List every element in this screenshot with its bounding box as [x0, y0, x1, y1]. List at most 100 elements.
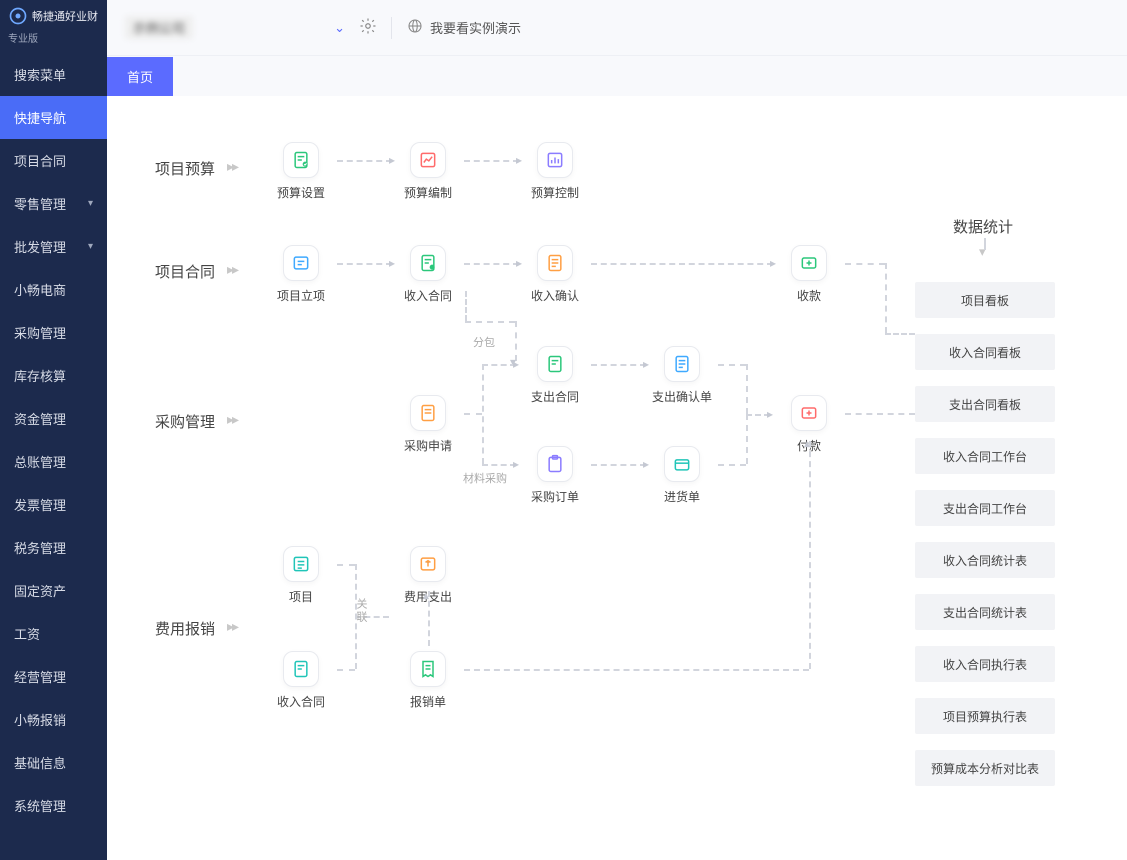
sidebar-item-15[interactable]: 小畅报销	[0, 698, 107, 741]
sidebar-item-1[interactable]: 快捷导航	[0, 96, 107, 139]
stat-button-9[interactable]: 预算成本分析对比表	[915, 750, 1055, 786]
connector	[337, 669, 355, 671]
money-icon	[410, 546, 446, 582]
sidebar-item-16[interactable]: 基础信息	[0, 741, 107, 784]
stat-button-1[interactable]: 收入合同看板	[915, 334, 1055, 370]
node-budget-edit[interactable]: 预算编制	[392, 142, 464, 201]
node-project[interactable]: 项目	[265, 546, 337, 605]
stat-button-8[interactable]: 项目预算执行表	[915, 698, 1055, 734]
stat-button-3[interactable]: 收入合同工作台	[915, 438, 1055, 474]
flow-canvas: 项目预算 ▸▸ 预算设置 ▸ 预算编制 ▸ 预算控制	[107, 96, 1127, 860]
stat-button-6[interactable]: 支出合同统计表	[915, 594, 1055, 630]
sidebar-item-9[interactable]: 总账管理	[0, 440, 107, 483]
node-goods-in[interactable]: 进货单	[646, 446, 718, 505]
stat-button-2[interactable]: 支出合同看板	[915, 386, 1055, 422]
chevron-down-icon: ▾	[88, 241, 93, 252]
sidebar-item-12[interactable]: 固定资产	[0, 569, 107, 612]
node-expense-confirm[interactable]: 支出确认单	[646, 346, 718, 405]
sidebar-menu: 搜索菜单快捷导航项目合同零售管理▾批发管理▾小畅电商采购管理库存核算资金管理总账…	[0, 53, 107, 860]
sidebar-item-label: 固定资产	[14, 581, 66, 600]
sidebar-item-11[interactable]: 税务管理	[0, 526, 107, 569]
clipboard-icon	[537, 446, 573, 482]
node-income-contract[interactable]: 收入合同	[392, 245, 464, 304]
content: 项目预算 ▸▸ 预算设置 ▸ 预算编制 ▸ 预算控制	[107, 96, 1127, 860]
section-arrow-icon: ▸▸	[227, 261, 237, 278]
node-receipt[interactable]: 收款	[773, 245, 845, 304]
sidebar-item-2[interactable]: 项目合同	[0, 139, 107, 182]
sidebar-item-13[interactable]: 工资	[0, 612, 107, 655]
stat-button-4[interactable]: 支出合同工作台	[915, 490, 1055, 526]
topbar: 示例公司 ⌄ 我要看实例演示	[107, 0, 1127, 56]
sidebar-item-label: 发票管理	[14, 495, 66, 514]
sidebar-item-0[interactable]: 搜索菜单	[0, 53, 107, 96]
chart-line-icon	[410, 142, 446, 178]
connector	[464, 669, 809, 671]
money-in-icon	[791, 245, 827, 281]
arrow-icon: ▾	[423, 591, 429, 603]
stat-button-7[interactable]: 收入合同执行表	[915, 646, 1055, 682]
sidebar-item-label: 系统管理	[14, 796, 66, 815]
doc-icon	[283, 651, 319, 687]
chart-bar-icon	[537, 142, 573, 178]
node-budget-control[interactable]: 预算控制	[519, 142, 591, 201]
sidebar-item-10[interactable]: 发票管理	[0, 483, 107, 526]
connector	[465, 321, 515, 323]
sidebar-item-6[interactable]: 采购管理	[0, 311, 107, 354]
sidebar-item-label: 搜索菜单	[14, 65, 66, 84]
sidebar-item-7[interactable]: 库存核算	[0, 354, 107, 397]
node-income-contract-2[interactable]: 收入合同	[265, 651, 337, 710]
stat-button-5[interactable]: 收入合同统计表	[915, 542, 1055, 578]
node-purchase-req[interactable]: 采购申请	[392, 395, 464, 454]
doc-icon	[537, 245, 573, 281]
globe-icon	[406, 17, 424, 38]
brand-edition: 专业版	[0, 30, 107, 53]
section-budget-label: 项目预算	[155, 158, 215, 179]
sidebar-item-4[interactable]: 批发管理▾	[0, 225, 107, 268]
sidebar-item-17[interactable]: 系统管理	[0, 784, 107, 827]
node-income-confirm[interactable]: 收入确认	[519, 245, 591, 304]
node-expense-contract[interactable]: 支出合同	[519, 346, 591, 405]
divider	[391, 17, 392, 39]
sidebar: 畅捷通好业财 专业版 搜索菜单快捷导航项目合同零售管理▾批发管理▾小畅电商采购管…	[0, 0, 107, 860]
brand-name: 畅捷通好业财	[32, 8, 98, 24]
stat-button-0[interactable]: 项目看板	[915, 282, 1055, 318]
tabbar: 首页	[107, 56, 1127, 96]
sidebar-item-5[interactable]: 小畅电商	[0, 268, 107, 311]
sidebar-item-label: 小畅报销	[14, 710, 66, 729]
box-in-icon	[664, 446, 700, 482]
doc-check-icon	[537, 346, 573, 382]
chevron-down-icon: ▾	[88, 198, 93, 209]
sidebar-item-3[interactable]: 零售管理 ▾	[0, 182, 107, 225]
money-out-icon	[791, 395, 827, 431]
branch-material-label: 材料采购	[463, 470, 507, 486]
sidebar-item-label: 采购管理	[14, 323, 66, 342]
connector	[809, 441, 811, 669]
sidebar-item-label: 资金管理	[14, 409, 66, 428]
connector	[845, 263, 885, 265]
org-selector[interactable]: 示例公司 ⌄	[125, 16, 345, 39]
node-reimburse[interactable]: 报销单	[392, 651, 464, 710]
sidebar-item-8[interactable]: 资金管理	[0, 397, 107, 440]
node-purchase-order[interactable]: 采购订单	[519, 446, 591, 505]
doc-icon	[664, 346, 700, 382]
gear-icon[interactable]	[359, 17, 377, 38]
connector	[718, 364, 746, 366]
connector	[591, 464, 646, 466]
arrow-icon: ▾	[804, 439, 810, 451]
receipt-icon	[410, 651, 446, 687]
doc-icon	[410, 395, 446, 431]
demo-link[interactable]: 我要看实例演示	[406, 17, 521, 38]
connector	[337, 160, 392, 162]
connector	[464, 263, 519, 265]
tab-home[interactable]: 首页	[107, 57, 173, 96]
sidebar-item-label: 零售管理	[14, 194, 66, 213]
branch-relate-label: 关联	[353, 598, 369, 624]
connector	[885, 263, 887, 333]
sidebar-item-label: 基础信息	[14, 753, 66, 772]
brand: 畅捷通好业财	[0, 0, 107, 30]
node-project-init[interactable]: 项目立项	[265, 245, 337, 304]
connector	[337, 263, 392, 265]
node-budget-setting[interactable]: 预算设置	[265, 142, 337, 201]
connector	[464, 160, 519, 162]
sidebar-item-14[interactable]: 经营管理	[0, 655, 107, 698]
